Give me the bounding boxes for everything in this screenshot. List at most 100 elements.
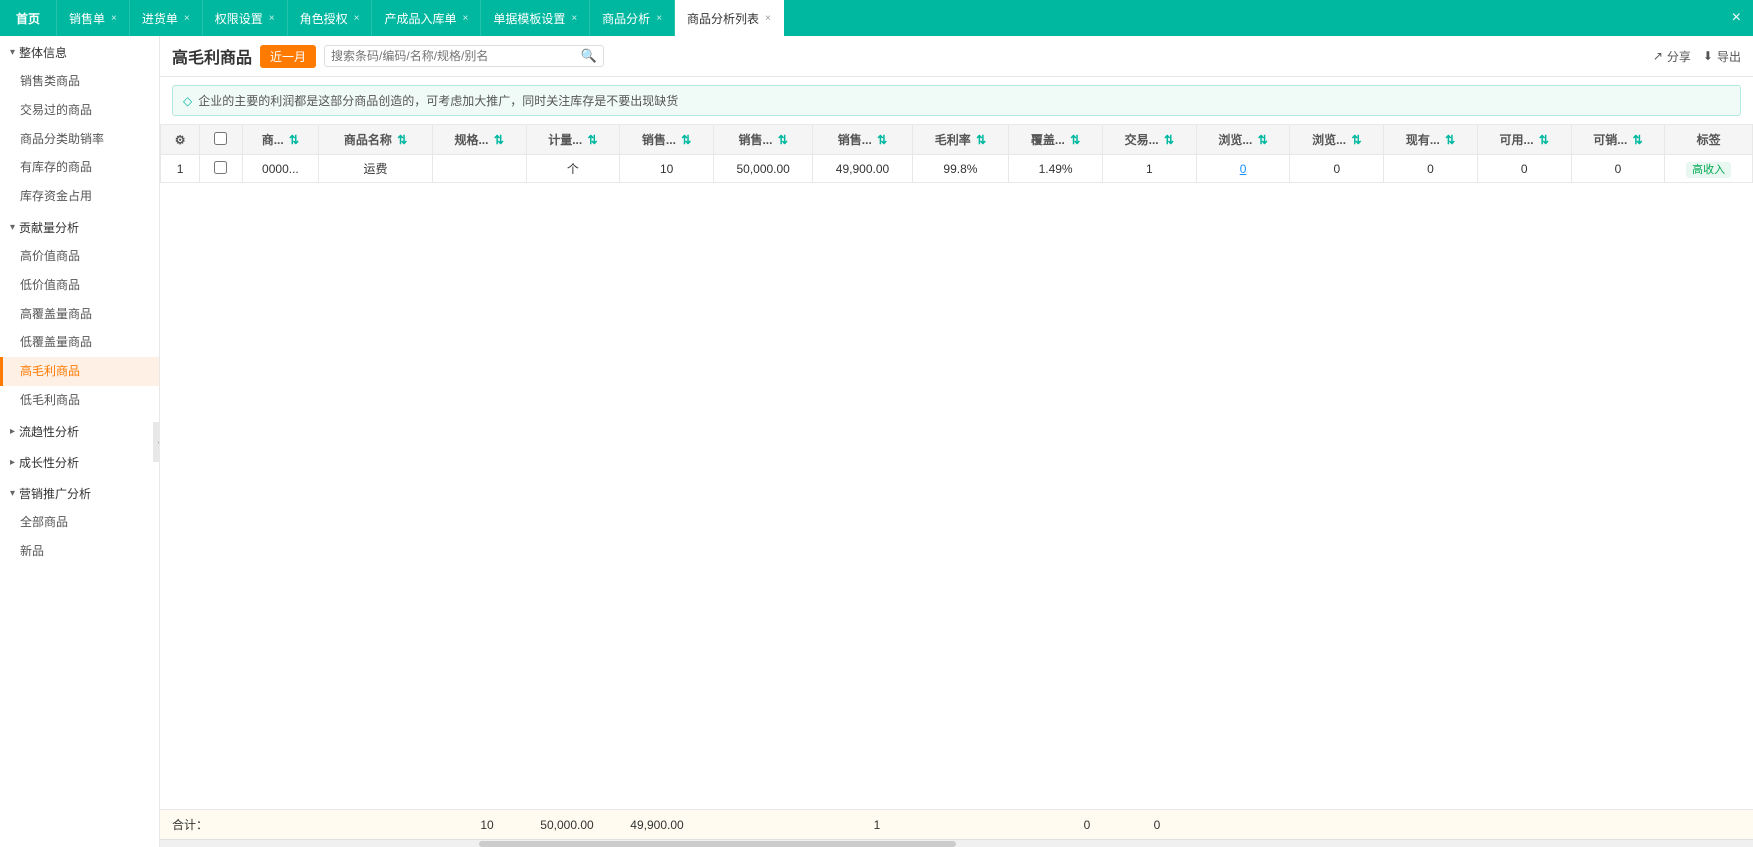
sidebar-item-low-margin[interactable]: 低毛利商品	[0, 386, 159, 415]
settings-icon: ⚙	[175, 133, 186, 147]
col-settings[interactable]: ⚙	[161, 125, 200, 155]
sort-icon-spec: ⇅	[494, 133, 504, 147]
col-name[interactable]: 商品名称 ⇅	[319, 125, 433, 155]
col-sales-net[interactable]: 销售... ⇅	[813, 125, 912, 155]
table-row[interactable]: 1 0000... 运费	[161, 155, 1753, 183]
cell-gross-rate: 99.8%	[912, 155, 1009, 183]
col-saleable[interactable]: 可销... ⇅	[1571, 125, 1665, 155]
share-button[interactable]: ↗ 分享	[1653, 48, 1691, 65]
cell-coverage: 1.49%	[1009, 155, 1103, 183]
sidebar-item-sales-goods[interactable]: 销售类商品	[0, 67, 159, 96]
tab-role-auth[interactable]: 角色授权 ×	[288, 0, 373, 36]
info-bar: ◇ 企业的主要的利润都是这部分商品创造的，可考虑加大推广，同时关注库存是不要出现…	[172, 85, 1741, 116]
cell-browse1[interactable]: 0	[1196, 155, 1290, 183]
sort-icon-sales-qty: ⇅	[681, 133, 691, 147]
col-spec[interactable]: 规格... ⇅	[432, 125, 526, 155]
sort-icon-saleable: ⇅	[1633, 133, 1643, 147]
sidebar-item-all-goods[interactable]: 全部商品	[0, 508, 159, 537]
tab-permission-settings[interactable]: 权限设置 ×	[203, 0, 288, 36]
sidebar-item-traded-goods[interactable]: 交易过的商品	[0, 96, 159, 125]
top-navigation: 首页 销售单 × 进货单 × 权限设置 × 角色授权 × 产成品入库单 × 单据…	[0, 0, 1753, 36]
cell-sales-qty: 10	[620, 155, 714, 183]
tab-goods-analysis[interactable]: 商品分析 ×	[590, 0, 675, 36]
sidebar-item-low-coverage[interactable]: 低覆盖量商品	[0, 328, 159, 357]
col-trade[interactable]: 交易... ⇅	[1102, 125, 1196, 155]
col-tag[interactable]: 标签	[1665, 125, 1753, 155]
group-arrow-overall-info: ▾	[10, 47, 15, 58]
filter-recent-month-button[interactable]: 近一月	[260, 45, 316, 68]
col-gross-rate[interactable]: 毛利率 ⇅	[912, 125, 1009, 155]
window-close-button[interactable]: ×	[1720, 9, 1753, 27]
search-input[interactable]	[331, 49, 577, 63]
sidebar-collapse-button[interactable]: «	[153, 422, 160, 462]
tab-home[interactable]: 首页	[0, 0, 57, 36]
sidebar-group-growth-analysis[interactable]: ▸ 成长性分析	[0, 446, 159, 477]
close-tab-template-settings[interactable]: ×	[571, 13, 577, 24]
sidebar-item-inventory-capital[interactable]: 库存资金占用	[0, 182, 159, 211]
close-tab-role-auth[interactable]: ×	[354, 13, 360, 24]
tab-product-inbound[interactable]: 产成品入库单 ×	[372, 0, 481, 36]
sort-icon-gross-rate: ⇅	[976, 133, 986, 147]
cell-available: 0	[1477, 155, 1571, 183]
close-tab-permission-settings[interactable]: ×	[269, 13, 275, 24]
col-coverage[interactable]: 覆盖... ⇅	[1009, 125, 1103, 155]
total-available: 0	[1122, 818, 1192, 832]
total-sales-amount: 50,000.00	[522, 818, 612, 832]
sidebar-group-contribution-analysis[interactable]: ▾ 贡献量分析	[0, 211, 159, 242]
close-tab-sales-order[interactable]: ×	[111, 13, 117, 24]
main-layout: « ▾ 整体信息 销售类商品 交易过的商品 商品分类助销率 有库存的商品 库存资…	[0, 36, 1753, 847]
cell-unit: 个	[526, 155, 620, 183]
horizontal-scrollbar[interactable]	[160, 839, 1753, 847]
tab-template-settings[interactable]: 单据模板设置 ×	[481, 0, 590, 36]
sort-icon-available: ⇅	[1539, 133, 1549, 147]
tab-sales-order[interactable]: 销售单 ×	[57, 0, 130, 36]
col-browse1[interactable]: 浏览... ⇅	[1196, 125, 1290, 155]
close-tab-goods-analysis[interactable]: ×	[656, 13, 662, 24]
sort-icon-browse1: ⇅	[1258, 133, 1268, 147]
sidebar-item-high-margin[interactable]: 高毛利商品	[0, 357, 159, 386]
col-unit[interactable]: 计量... ⇅	[526, 125, 620, 155]
cell-sales-amount: 50,000.00	[714, 155, 813, 183]
footer-total: 合计： 10 50,000.00 49,900.00 1 0 0	[160, 809, 1753, 839]
col-available[interactable]: 可用... ⇅	[1477, 125, 1571, 155]
col-checkbox[interactable]	[200, 125, 242, 155]
tab-goods-analysis-list[interactable]: 商品分析列表 ×	[675, 0, 784, 36]
sort-icon-unit: ⇅	[588, 133, 598, 147]
scroll-thumb[interactable]	[479, 841, 957, 847]
sidebar-group-flow-analysis[interactable]: ▸ 流趋性分析	[0, 415, 159, 446]
sidebar-item-stocked-goods[interactable]: 有库存的商品	[0, 153, 159, 182]
sidebar-group-marketing-analysis[interactable]: ▾ 营销推广分析	[0, 477, 159, 508]
sort-icon-trade: ⇅	[1164, 133, 1174, 147]
sidebar-item-category-rate[interactable]: 商品分类助销率	[0, 125, 159, 154]
cell-spec	[432, 155, 526, 183]
sidebar-item-low-value[interactable]: 低价值商品	[0, 271, 159, 300]
search-icon[interactable]: 🔍	[581, 48, 597, 64]
close-tab-purchase-order[interactable]: ×	[184, 13, 190, 24]
sidebar: « ▾ 整体信息 销售类商品 交易过的商品 商品分类助销率 有库存的商品 库存资…	[0, 36, 160, 847]
cell-checkbox[interactable]	[200, 155, 242, 183]
sidebar-item-new-goods[interactable]: 新品	[0, 537, 159, 566]
row-checkbox[interactable]	[214, 161, 227, 174]
tab-purchase-order[interactable]: 进货单 ×	[130, 0, 203, 36]
select-all-checkbox[interactable]	[214, 132, 227, 145]
cell-index: 1	[161, 155, 200, 183]
col-code[interactable]: 商... ⇅	[242, 125, 319, 155]
sidebar-item-high-coverage[interactable]: 高覆盖量商品	[0, 300, 159, 329]
close-tab-product-inbound[interactable]: ×	[462, 13, 468, 24]
col-current[interactable]: 现有... ⇅	[1384, 125, 1478, 155]
export-button[interactable]: ⬇ 导出	[1703, 48, 1741, 65]
col-browse2[interactable]: 浏览... ⇅	[1290, 125, 1384, 155]
header-actions: ↗ 分享 ⬇ 导出	[1653, 48, 1741, 65]
col-sales-amount[interactable]: 销售... ⇅	[714, 125, 813, 155]
total-sales-qty: 10	[452, 818, 522, 832]
sidebar-item-high-value[interactable]: 高价值商品	[0, 242, 159, 271]
table-container[interactable]: ⚙ 商... ⇅ 商品名称 ⇅	[160, 124, 1753, 809]
group-arrow-growth: ▸	[10, 457, 15, 468]
sort-icon-browse2: ⇅	[1351, 133, 1361, 147]
close-tab-goods-analysis-list[interactable]: ×	[765, 13, 771, 24]
sidebar-group-overall-info[interactable]: ▾ 整体信息	[0, 36, 159, 67]
total-current: 0	[1052, 818, 1122, 832]
group-arrow-contribution: ▾	[10, 222, 15, 233]
col-sales-qty[interactable]: 销售... ⇅	[620, 125, 714, 155]
cell-code: 0000...	[242, 155, 319, 183]
